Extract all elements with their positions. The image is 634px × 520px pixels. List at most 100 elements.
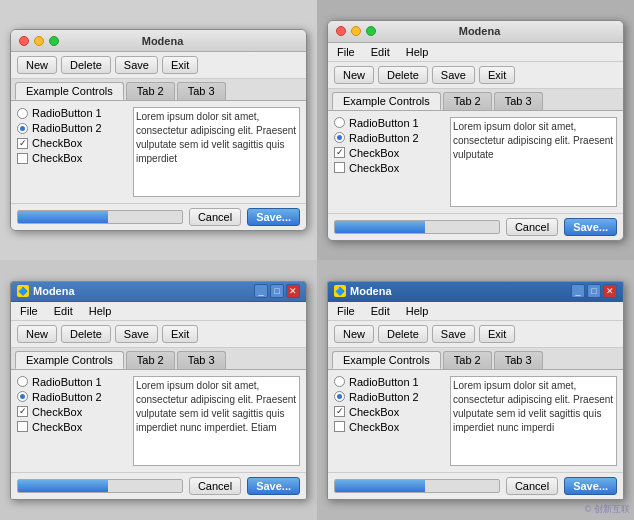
exit-btn-1[interactable]: Exit — [162, 56, 198, 74]
tab-3-0[interactable]: Example Controls — [15, 351, 124, 369]
tab-1-1[interactable]: Tab 2 — [126, 82, 175, 100]
menu-file-3[interactable]: File — [17, 304, 41, 318]
win-min-4[interactable]: _ — [571, 284, 585, 298]
cancel-button-4[interactable]: Cancel — [506, 477, 558, 495]
titlebar-2: Modena — [328, 21, 623, 43]
min-btn-1[interactable] — [34, 36, 44, 46]
win-max-4[interactable]: □ — [587, 284, 601, 298]
check-4-1[interactable]: CheckBox — [334, 421, 444, 433]
checkbox-sq-4-0[interactable] — [334, 406, 345, 417]
delete-btn-3[interactable]: Delete — [61, 325, 111, 343]
menu-help-3[interactable]: Help — [86, 304, 115, 318]
exit-btn-4[interactable]: Exit — [479, 325, 515, 343]
menu-file-2[interactable]: File — [334, 45, 358, 59]
textarea-1[interactable]: Lorem ipsum dolor sit amet, consectetur … — [133, 107, 300, 197]
checkbox-sq-2-1[interactable] — [334, 162, 345, 173]
window-title-2: Modena — [381, 25, 578, 37]
save-button-2[interactable]: Save... — [564, 218, 617, 236]
menu-file-4[interactable]: File — [334, 304, 358, 318]
radio-circle-1-1[interactable] — [17, 123, 28, 134]
save-btn-4[interactable]: Save — [432, 325, 475, 343]
menu-edit-2[interactable]: Edit — [368, 45, 393, 59]
menubar-4: File Edit Help — [328, 302, 623, 321]
win-close-4[interactable]: ✕ — [603, 284, 617, 298]
win-min-3[interactable]: _ — [254, 284, 268, 298]
radio-circle-2-1[interactable] — [334, 132, 345, 143]
textarea-2[interactable]: Lorem ipsum dolor sit amet, consectetur … — [450, 117, 617, 207]
radio-circle-2-0[interactable] — [334, 117, 345, 128]
radio-3-0[interactable]: RadioButton 1 — [17, 376, 127, 388]
tab-1-0[interactable]: Example Controls — [15, 82, 124, 100]
cancel-button-2[interactable]: Cancel — [506, 218, 558, 236]
close-btn-2[interactable] — [336, 26, 346, 36]
bottombar-1: Cancel Save... — [11, 203, 306, 230]
radio-2-1[interactable]: RadioButton 2 — [334, 132, 444, 144]
radio-circle-4-0[interactable] — [334, 376, 345, 387]
checkbox-sq-4-1[interactable] — [334, 421, 345, 432]
check-4-0[interactable]: CheckBox — [334, 406, 444, 418]
checkbox-sq-1-0[interactable] — [17, 138, 28, 149]
check-1-0[interactable]: CheckBox — [17, 137, 127, 149]
toolbar-1: New Delete Save Exit — [11, 52, 306, 79]
radio-4-1[interactable]: RadioButton 2 — [334, 391, 444, 403]
tab-1-2[interactable]: Tab 3 — [177, 82, 226, 100]
radio-circle-3-1[interactable] — [17, 391, 28, 402]
new-btn-3[interactable]: New — [17, 325, 57, 343]
check-3-1[interactable]: CheckBox — [17, 421, 127, 433]
min-btn-2[interactable] — [351, 26, 361, 36]
textarea-4[interactable]: Lorem ipsum dolor sit amet, consectetur … — [450, 376, 617, 466]
tab-2-1[interactable]: Tab 2 — [443, 92, 492, 110]
menu-edit-4[interactable]: Edit — [368, 304, 393, 318]
check-2-1[interactable]: CheckBox — [334, 162, 444, 174]
radio-1-1[interactable]: RadioButton 2 — [17, 122, 127, 134]
tab-2-0[interactable]: Example Controls — [332, 92, 441, 110]
delete-btn-1[interactable]: Delete — [61, 56, 111, 74]
new-btn-1[interactable]: New — [17, 56, 57, 74]
textarea-3[interactable]: Lorem ipsum dolor sit amet, consectetur … — [133, 376, 300, 466]
menu-edit-3[interactable]: Edit — [51, 304, 76, 318]
radio-1-0[interactable]: RadioButton 1 — [17, 107, 127, 119]
exit-btn-3[interactable]: Exit — [162, 325, 198, 343]
delete-btn-4[interactable]: Delete — [378, 325, 428, 343]
tab-4-2[interactable]: Tab 3 — [494, 351, 543, 369]
save-btn-3[interactable]: Save — [115, 325, 158, 343]
checkbox-sq-2-0[interactable] — [334, 147, 345, 158]
checkbox-sq-3-1[interactable] — [17, 421, 28, 432]
close-btn-1[interactable] — [19, 36, 29, 46]
save-button-4[interactable]: Save... — [564, 477, 617, 495]
radio-circle-4-1[interactable] — [334, 391, 345, 402]
check-2-0[interactable]: CheckBox — [334, 147, 444, 159]
win-max-3[interactable]: □ — [270, 284, 284, 298]
radio-4-0[interactable]: RadioButton 1 — [334, 376, 444, 388]
save-btn-1[interactable]: Save — [115, 56, 158, 74]
delete-btn-2[interactable]: Delete — [378, 66, 428, 84]
cancel-button-1[interactable]: Cancel — [189, 208, 241, 226]
check-3-0[interactable]: CheckBox — [17, 406, 127, 418]
tab-3-2[interactable]: Tab 3 — [177, 351, 226, 369]
save-button-1[interactable]: Save... — [247, 208, 300, 226]
save-button-3[interactable]: Save... — [247, 477, 300, 495]
checkbox-sq-3-0[interactable] — [17, 406, 28, 417]
checkbox-sq-1-1[interactable] — [17, 153, 28, 164]
radio-label-4-1: RadioButton 2 — [349, 391, 419, 403]
radio-circle-3-0[interactable] — [17, 376, 28, 387]
max-btn-2[interactable] — [366, 26, 376, 36]
win-close-3[interactable]: ✕ — [286, 284, 300, 298]
radio-3-1[interactable]: RadioButton 2 — [17, 391, 127, 403]
exit-btn-2[interactable]: Exit — [479, 66, 515, 84]
tab-2-2[interactable]: Tab 3 — [494, 92, 543, 110]
tab-3-1[interactable]: Tab 2 — [126, 351, 175, 369]
radio-circle-1-0[interactable] — [17, 108, 28, 119]
check-1-1[interactable]: CheckBox — [17, 152, 127, 164]
cancel-button-3[interactable]: Cancel — [189, 477, 241, 495]
new-btn-4[interactable]: New — [334, 325, 374, 343]
save-btn-2[interactable]: Save — [432, 66, 475, 84]
tab-4-0[interactable]: Example Controls — [332, 351, 441, 369]
controls-2: RadioButton 1 RadioButton 2 CheckBox Che… — [334, 117, 444, 207]
menu-help-4[interactable]: Help — [403, 304, 432, 318]
new-btn-2[interactable]: New — [334, 66, 374, 84]
menu-help-2[interactable]: Help — [403, 45, 432, 59]
max-btn-1[interactable] — [49, 36, 59, 46]
radio-2-0[interactable]: RadioButton 1 — [334, 117, 444, 129]
tab-4-1[interactable]: Tab 2 — [443, 351, 492, 369]
